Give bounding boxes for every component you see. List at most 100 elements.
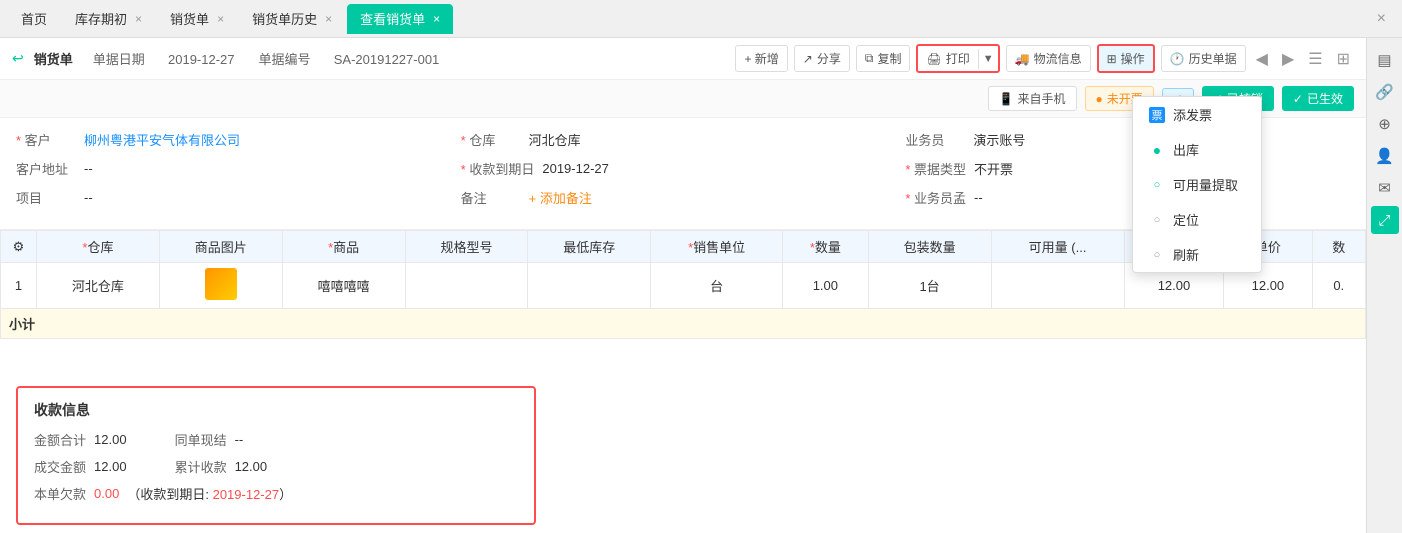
nav-prev-icon[interactable]: ◀ — [1252, 49, 1272, 69]
note-field: 备注 添加备注 — [461, 188, 906, 207]
sidebar-icon-2[interactable]: 🔗 — [1371, 78, 1399, 106]
transaction-amount-value: 12.00 — [94, 459, 127, 474]
print-icon: 🖨 — [926, 52, 941, 66]
from-phone-button[interactable]: 📱 来自手机 — [988, 86, 1077, 111]
payment-info-title: 收款信息 — [34, 400, 518, 420]
note-label: 备注 — [461, 188, 521, 207]
same-order-field: 同单现结 -- — [175, 430, 244, 449]
outbound-label: 出库 — [1173, 140, 1199, 159]
row-product: 嘻嘻嘻嘻 — [282, 263, 405, 309]
cumulative-payment-label: 累计收款 — [175, 457, 227, 476]
row-spec — [405, 263, 528, 309]
invoice-type-field: 票据类型 不开票 — [905, 159, 1350, 178]
customer-value[interactable]: 柳州粤港平安气体有限公司 — [84, 130, 240, 149]
staff-value: 演示账号 — [973, 130, 1025, 149]
tab-inventory[interactable]: 库存期初 × — [62, 4, 155, 34]
add-note-button[interactable]: 添加备注 — [529, 188, 592, 207]
sidebar-icon-5[interactable]: ✉ — [1371, 174, 1399, 202]
tab-view-sales[interactable]: 查看销货单 × — [347, 4, 453, 34]
effective-icon: ✓ — [1293, 92, 1303, 106]
sidebar-icon-1[interactable]: ▤ — [1371, 46, 1399, 74]
tab-sales-label: 销货单 — [170, 9, 209, 28]
window-close-button[interactable]: × — [1369, 10, 1394, 28]
print-button[interactable]: 🖨 打印 — [918, 46, 977, 71]
toolbar-right: + 新增 ↗ 分享 ⧉ 复制 🖨 打印 ▼ — [735, 44, 1354, 73]
tab-bar: 首页 库存期初 × 销货单 × 销货单历史 × 查看销货单 × × — [0, 0, 1402, 38]
pack-qty-header: 包装数量 — [868, 231, 991, 263]
date-value: 2019-12-27 — [168, 52, 235, 67]
dropdown-item-invoice[interactable]: 票 添发票 — [1133, 97, 1261, 132]
doc-type-label: 销货单 — [34, 49, 73, 68]
total-amount-field: 金额合计 12.00 — [34, 430, 127, 449]
truck-icon: 🚚 — [1015, 52, 1030, 66]
row-warehouse: 河北仓库 — [37, 263, 160, 309]
already-effective-button[interactable]: ✓ 已生效 — [1282, 86, 1354, 111]
list-view-icon[interactable]: ☰ — [1304, 49, 1326, 69]
share-button[interactable]: ↗ 分享 — [794, 45, 850, 72]
main-toolbar: ↩ 销货单 单据日期 2019-12-27 单据编号 SA-20191227-0… — [0, 38, 1366, 80]
cumulative-payment-value: 12.00 — [235, 459, 268, 474]
sidebar-icon-expand[interactable]: ⤢ — [1371, 206, 1399, 234]
total-amount-value: 12.00 — [94, 432, 127, 447]
address-value: -- — [84, 161, 93, 176]
sidebar-icon-4[interactable]: 👤 — [1371, 142, 1399, 170]
dropdown-item-locate[interactable]: ○ 定位 — [1133, 202, 1261, 237]
invoice-dropdown-icon: 票 — [1149, 107, 1165, 123]
new-button[interactable]: + 新增 — [735, 45, 787, 72]
staff2-field: 业务员孟 -- — [905, 188, 1350, 207]
payment-row-3: 本单欠款 0.00 （收款到期日: 2019-12-27） — [34, 484, 518, 503]
unit-header: *销售单位 — [651, 231, 783, 263]
payment-date-label: 收款到期日 — [461, 159, 535, 178]
history-button[interactable]: 🕐 历史单据 — [1161, 45, 1246, 72]
address-field: 客户地址 -- — [16, 159, 461, 178]
row-available — [991, 263, 1124, 309]
product-header: *商品 — [282, 231, 405, 263]
invoice-type-value: 不开票 — [974, 159, 1013, 178]
payment-row-1: 金额合计 12.00 同单现结 -- — [34, 430, 518, 449]
doc-icon: ↩ — [12, 50, 24, 67]
tab-inventory-close[interactable]: × — [135, 12, 142, 26]
add-invoice-label: 添发票 — [1173, 105, 1212, 124]
current-owed-field: 本单欠款 0.00 （收款到期日: 2019-12-27） — [34, 484, 292, 503]
history-icon: 🕐 — [1170, 52, 1185, 66]
due-date-note: （收款到期日: 2019-12-27） — [127, 484, 292, 503]
logistics-button[interactable]: 🚚 物流信息 — [1006, 45, 1091, 72]
address-label: 客户地址 — [16, 159, 76, 178]
invoice-type-label: 票据类型 — [905, 159, 966, 178]
grid-view-icon[interactable]: ⊞ — [1333, 49, 1354, 69]
tab-sales-history-label: 销货单历史 — [252, 9, 317, 28]
nav-next-icon[interactable]: ▶ — [1278, 49, 1298, 69]
customer-field: 客户 柳州粤港平安气体有限公司 — [16, 130, 461, 149]
transaction-amount-field: 成交金额 12.00 — [34, 457, 127, 476]
due-date-label: 收款到期日 — [140, 487, 205, 502]
sidebar-icon-3[interactable]: ⊕ — [1371, 110, 1399, 138]
tab-view-sales-close[interactable]: × — [433, 12, 440, 26]
tab-sales-history[interactable]: 销货单历史 × — [239, 4, 345, 34]
operation-dropdown: 票 添发票 ● 出库 ○ 可用量提取 ○ 定位 ○ 刷新 — [1132, 96, 1262, 273]
locate-dropdown-icon: ○ — [1149, 212, 1165, 228]
print-dropdown-arrow[interactable]: ▼ — [978, 49, 998, 69]
product-thumbnail — [205, 268, 237, 300]
tab-sales-close[interactable]: × — [217, 12, 224, 26]
quantity-header: *数量 — [783, 231, 869, 263]
image-header: 商品图片 — [159, 231, 282, 263]
tab-home[interactable]: 首页 — [8, 4, 60, 34]
staff2-value: -- — [974, 190, 983, 205]
warehouse-header: *仓库 — [37, 231, 160, 263]
dropdown-item-available[interactable]: ○ 可用量提取 — [1133, 167, 1261, 202]
tab-sales-history-close[interactable]: × — [325, 12, 332, 26]
dropdown-item-refresh[interactable]: ○ 刷新 — [1133, 237, 1261, 272]
project-label: 项目 — [16, 188, 76, 207]
copy-button[interactable]: ⧉ 复制 — [856, 45, 911, 72]
dropdown-item-outbound[interactable]: ● 出库 — [1133, 132, 1261, 167]
project-value: -- — [84, 190, 93, 205]
tab-sales[interactable]: 销货单 × — [157, 4, 237, 34]
total-amount-label: 金额合计 — [34, 430, 86, 449]
share-icon: ↗ — [803, 52, 813, 66]
available-dropdown-icon: ○ — [1149, 177, 1165, 193]
payment-date-field: 收款到期日 2019-12-27 — [461, 159, 906, 178]
current-owed-value: 0.00 — [94, 486, 119, 501]
operation-button[interactable]: ⊞ 操作 — [1099, 46, 1153, 71]
same-order-label: 同单现结 — [175, 430, 227, 449]
staff-label: 业务员 — [905, 130, 965, 149]
